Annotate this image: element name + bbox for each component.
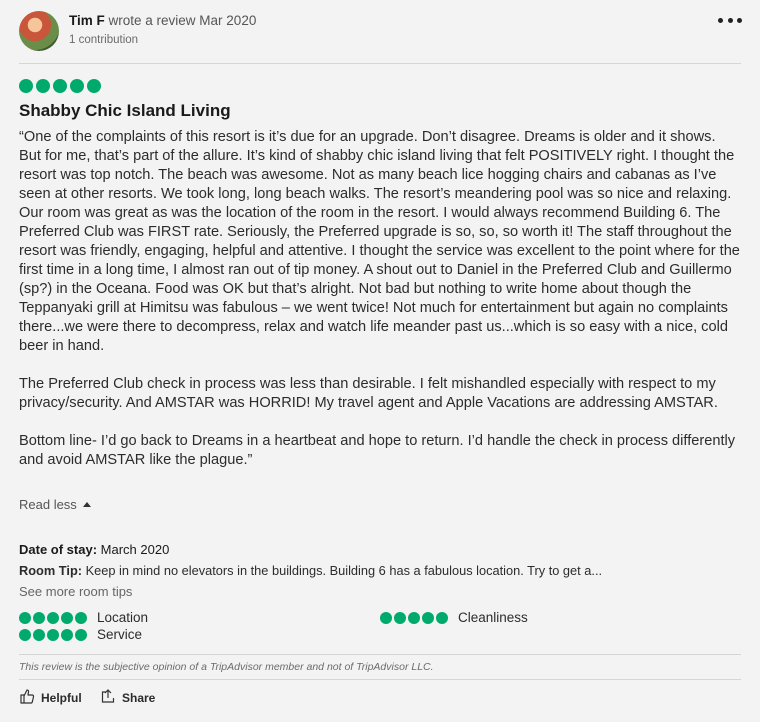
rating-bubble (19, 628, 31, 641)
rating-bubble (380, 611, 392, 624)
rating-bubble (408, 611, 420, 624)
read-less-toggle[interactable]: Read less (19, 497, 91, 512)
contribution-count: 1 contribution (69, 34, 139, 46)
read-less-label: Read less (19, 497, 77, 512)
sub-rating-service: Service (19, 627, 142, 642)
date-of-stay-value: March 2020 (97, 542, 170, 557)
rating-bubble (75, 628, 87, 641)
header-divider (19, 63, 741, 64)
review-rating-bubbles (19, 79, 101, 93)
rating-bubble (422, 611, 434, 624)
sub-rating-label: Service (97, 627, 143, 642)
ratings-divider (19, 654, 741, 655)
rating-bubble (33, 628, 45, 641)
rating-bubble (61, 611, 73, 624)
rating-bubble (436, 611, 448, 624)
review-body: “One of the complaints of this resort is… (19, 128, 741, 470)
disclaimer: This review is the subjective opinion of… (19, 661, 434, 673)
rating-bubble (75, 611, 87, 624)
avatar[interactable] (19, 11, 59, 51)
helpful-label: Helpful (41, 690, 82, 705)
rating-bubble (53, 79, 67, 93)
rating-bubble (47, 611, 59, 624)
review-action-text: wrote a review Mar 2020 (104, 13, 257, 28)
sub-rating-bubbles (19, 628, 87, 641)
rating-bubble (394, 611, 406, 624)
thumbs-up-icon (19, 688, 35, 707)
review-paragraph: “One of the complaints of this resort is… (19, 129, 740, 354)
review-title[interactable]: Shabby Chic Island Living (19, 101, 231, 121)
date-of-stay-label: Date of stay: (19, 542, 98, 557)
rating-bubble (87, 79, 101, 93)
review-paragraph: The Preferred Club check in process was … (19, 376, 718, 411)
sub-rating-label: Cleanliness (458, 610, 528, 625)
rating-bubble (61, 628, 73, 641)
sub-rating-location: Location (19, 610, 148, 625)
room-tip: Room Tip: Keep in mind no elevators in t… (19, 563, 602, 578)
rating-bubble (70, 79, 84, 93)
rating-bubble (33, 611, 45, 624)
review-paragraph: Bottom line- I’d go back to Dreams in a … (19, 433, 736, 468)
share-icon (100, 688, 116, 707)
sub-rating-cleanliness: Cleanliness (380, 610, 528, 625)
rating-bubble (19, 79, 33, 93)
review-card: Tim F wrote a review Mar 2020 1 contribu… (0, 0, 760, 722)
helpful-button[interactable]: Helpful (19, 688, 82, 707)
reviewer-line: Tim F wrote a review Mar 2020 (69, 13, 256, 28)
rating-bubble (36, 79, 50, 93)
caret-up-icon (82, 502, 91, 507)
share-button[interactable]: Share (100, 688, 155, 707)
rating-bubble (47, 628, 59, 641)
room-tip-label: Room Tip: (19, 563, 83, 578)
sub-rating-bubbles (19, 611, 87, 624)
date-of-stay: Date of stay: March 2020 (19, 542, 169, 557)
share-label: Share (122, 690, 156, 705)
see-more-room-tips-link[interactable]: See more room tips (19, 584, 132, 599)
room-tip-text: Keep in mind no elevators in the buildin… (82, 563, 603, 578)
more-options-icon[interactable] (718, 10, 742, 30)
sub-rating-label: Location (97, 610, 149, 625)
reviewer-name[interactable]: Tim F (69, 13, 105, 28)
footer-divider (19, 679, 741, 680)
sub-rating-bubbles (380, 611, 448, 624)
rating-bubble (19, 611, 31, 624)
